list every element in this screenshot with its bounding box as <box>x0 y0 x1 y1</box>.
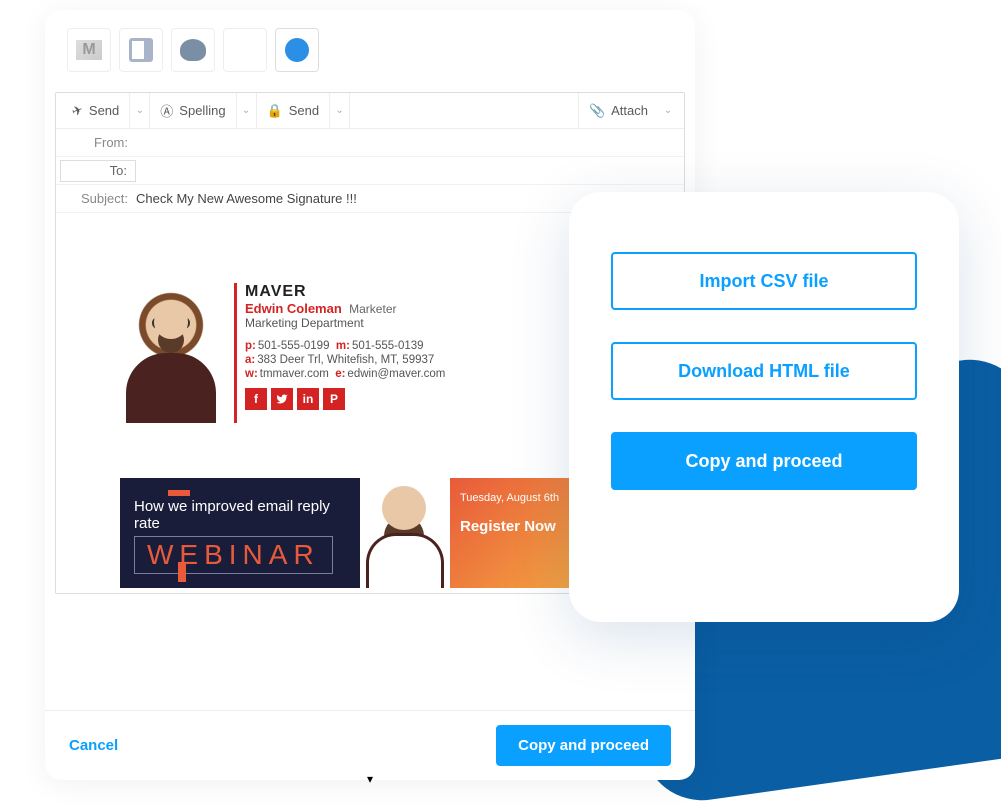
pinterest-icon[interactable]: P <box>323 388 345 410</box>
cloud-mail-icon[interactable]: ▾ <box>275 28 319 72</box>
facebook-icon[interactable]: f <box>245 388 267 410</box>
secure-send-button[interactable]: 🔒 Send <box>257 93 331 128</box>
secure-send-label: Send <box>289 103 319 118</box>
mail-client-icons-row: ▾ <box>45 28 695 72</box>
compose-toolbar: ✈ Send ⌄ Ⓐ Spelling ⌄ 🔒 Send ⌄ 📎 Attach … <box>56 93 684 129</box>
outlook-icon[interactable] <box>119 28 163 72</box>
mobile-label: m: <box>336 340 350 352</box>
attach-label: Attach <box>611 103 648 118</box>
apple-mail-icon[interactable] <box>223 28 267 72</box>
email-value: edwin@maver.com <box>347 368 445 380</box>
signature-company: MAVER <box>245 283 445 301</box>
cancel-button[interactable]: Cancel <box>69 737 118 754</box>
spelling-button[interactable]: Ⓐ Spelling <box>150 93 236 128</box>
lock-icon: 🔒 <box>267 103 283 119</box>
spelling-dropdown[interactable]: ⌄ <box>237 93 257 128</box>
address-value: 383 Deer Trl, Whitefish, MT, 59937 <box>257 354 434 366</box>
subject-value[interactable]: Check My New Awesome Signature !!! <box>136 191 357 206</box>
signature-role: Marketer <box>349 302 396 316</box>
gmail-icon[interactable] <box>67 28 111 72</box>
signature-text-block: MAVER Edwin Coleman Marketer Marketing D… <box>245 283 445 410</box>
banner-left: How we improved email reply rate WEBINAR <box>120 478 360 588</box>
send-dropdown[interactable]: ⌄ <box>130 93 150 128</box>
attach-dropdown[interactable]: ⌄ <box>658 93 678 128</box>
send-button[interactable]: ✈ Send <box>62 93 130 128</box>
to-label: To: <box>60 160 136 182</box>
paperclip-icon: 📎 <box>589 103 605 119</box>
banner-register-cta[interactable]: Register Now <box>460 518 560 535</box>
phone-value: 501-555-0199 <box>258 340 330 352</box>
thunderbird-icon[interactable] <box>171 28 215 72</box>
spelling-label: Spelling <box>179 103 225 118</box>
web-value: tmmaver.com <box>260 368 329 380</box>
send-icon: ✈ <box>70 101 86 120</box>
banner-speaker-photo <box>360 478 450 588</box>
download-html-button[interactable]: Download HTML file <box>611 342 917 400</box>
phone-label: p: <box>245 340 256 352</box>
twitter-icon[interactable] <box>271 388 293 410</box>
copy-proceed-button[interactable]: Copy and proceed <box>496 725 671 766</box>
banner-headline: How we improved email reply rate <box>134 498 346 532</box>
popup-copy-proceed-button[interactable]: Copy and proceed <box>611 432 917 490</box>
export-options-popup: Import CSV file Download HTML file Copy … <box>569 192 959 622</box>
banner-right: Tuesday, August 6th Register Now <box>450 478 570 588</box>
mobile-value: 501-555-0139 <box>352 340 424 352</box>
footer-bar: Cancel Copy and proceed <box>45 710 695 780</box>
email-label: e: <box>335 368 345 380</box>
banner-date: Tuesday, August 6th <box>460 492 560 504</box>
web-label: w: <box>245 368 258 380</box>
banner-webinar-label: WEBINAR <box>134 536 333 574</box>
import-csv-button[interactable]: Import CSV file <box>611 252 917 310</box>
secure-send-dropdown[interactable]: ⌄ <box>330 93 350 128</box>
from-row: From: <box>56 129 684 157</box>
signature-department: Marketing Department <box>245 316 445 330</box>
to-row[interactable]: To: <box>56 157 684 185</box>
spelling-icon: Ⓐ <box>160 101 173 120</box>
send-label: Send <box>89 103 119 118</box>
linkedin-icon[interactable]: in <box>297 388 319 410</box>
social-icons-row: f in P <box>245 388 445 410</box>
address-label: a: <box>245 354 255 366</box>
subject-label: Subject: <box>56 191 136 206</box>
attach-button[interactable]: 📎 Attach <box>578 93 658 128</box>
webinar-banner[interactable]: How we improved email reply rate WEBINAR… <box>120 478 570 588</box>
signature-divider <box>234 283 237 423</box>
from-label: From: <box>56 135 136 150</box>
signature-name: Edwin Coleman <box>245 301 342 316</box>
signature-avatar <box>116 283 226 423</box>
